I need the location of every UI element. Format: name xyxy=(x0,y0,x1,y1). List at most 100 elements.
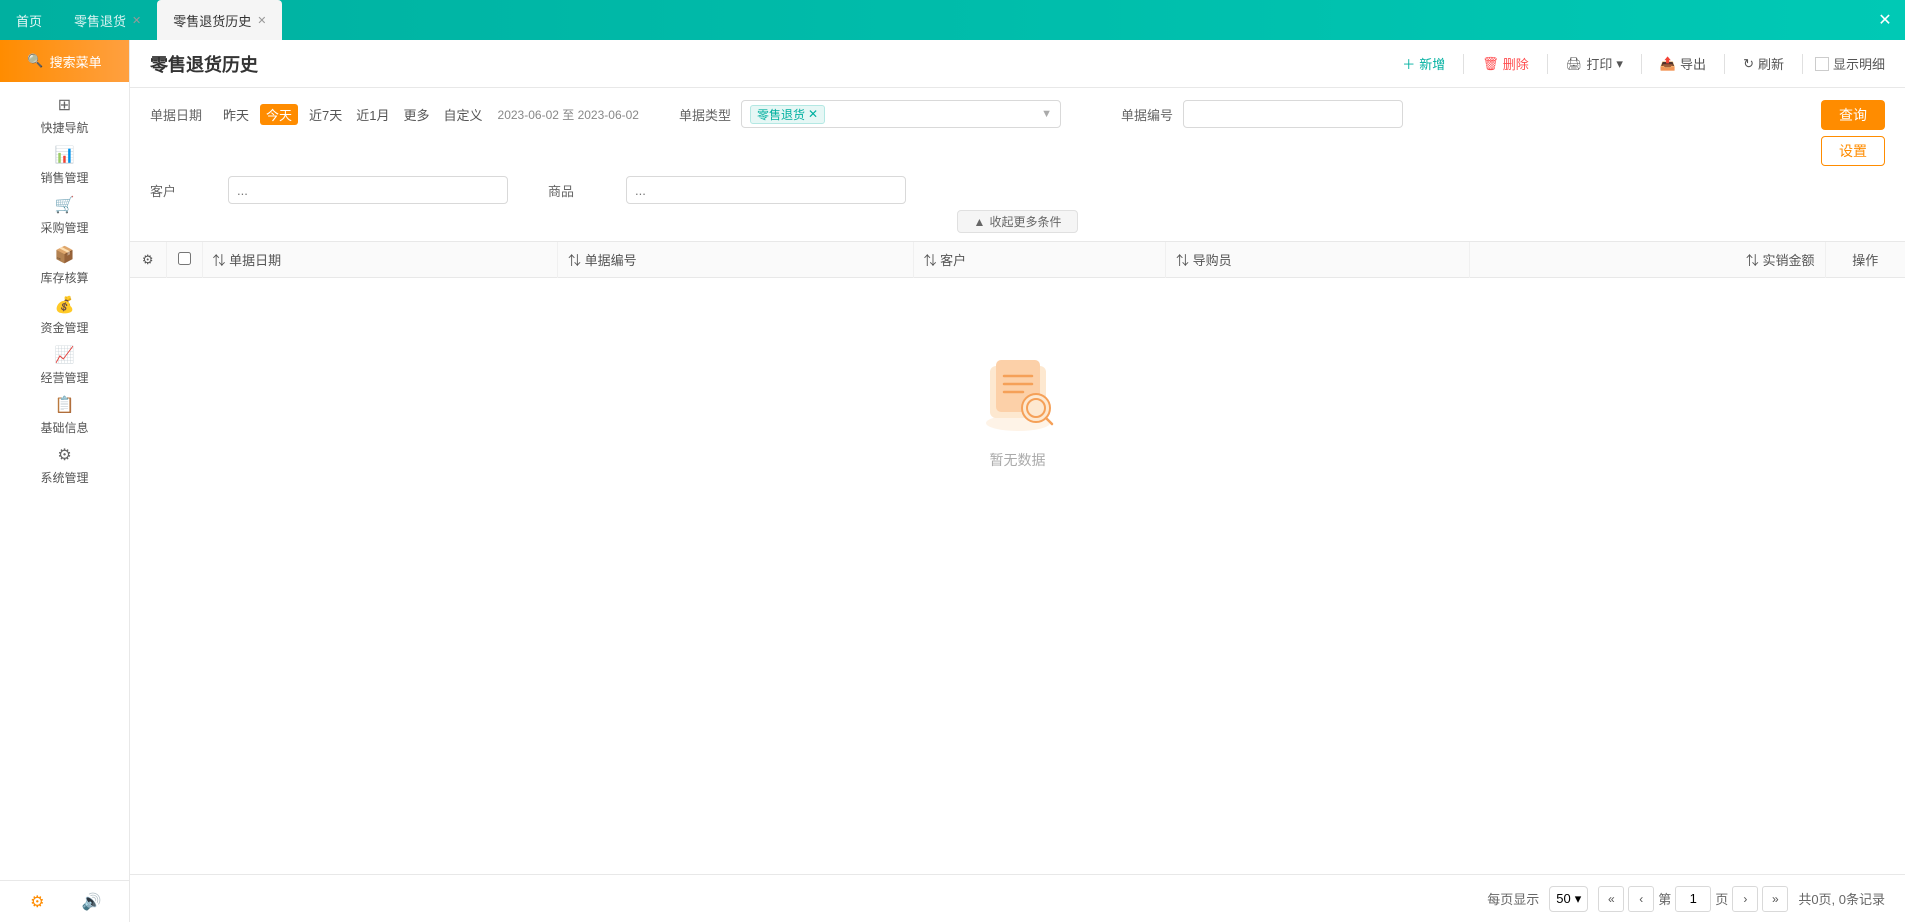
filter-area: 单据日期 昨天 今天 近7天 近1月 更多 自定义 2023-06-02 至 2… xyxy=(130,88,1905,242)
page-size-select[interactable]: 50 ▾ xyxy=(1549,886,1588,912)
date-opt-today[interactable]: 今天 xyxy=(260,104,298,125)
th-amount: ⇅ 实销金额 xyxy=(1469,242,1825,278)
collapse-button[interactable]: ▲ 收起更多条件 xyxy=(957,210,1079,233)
print-dropdown-icon: ▾ xyxy=(1616,56,1623,72)
number-filter-input[interactable] xyxy=(1183,100,1403,128)
sidebar-item-quick-nav[interactable]: ⊞ 快捷导航 xyxy=(0,90,129,140)
sidebar-item-operations[interactable]: 📈 经营管理 xyxy=(0,340,129,390)
table-area: ⚙ ⇅ 单据日期 ⇅ 单据编号 xyxy=(130,242,1905,922)
divider-4 xyxy=(1724,54,1725,74)
select-all-checkbox[interactable] xyxy=(178,252,191,265)
sidebar-item-basic-info[interactable]: 📋 基础信息 xyxy=(0,390,129,440)
delete-icon: 🗑 xyxy=(1482,56,1499,72)
empty-state: 暂无数据 xyxy=(130,278,1905,530)
th-date-label: ⇅ 单据日期 xyxy=(213,253,282,268)
export-button[interactable]: 📤 导出 xyxy=(1654,50,1712,77)
first-page-button[interactable]: « xyxy=(1598,886,1624,912)
table-container: ⚙ ⇅ 单据日期 ⇅ 单据编号 xyxy=(130,242,1905,874)
close-window-button[interactable]: ✕ xyxy=(1865,0,1905,40)
th-check[interactable] xyxy=(166,242,202,278)
tab-retail-return-history[interactable]: 零售退货历史 ✕ xyxy=(157,0,282,40)
new-icon: ＋ xyxy=(1402,54,1415,73)
page-header: 零售退货历史 ＋ 新增 🗑 删除 🖨 打印 ▾ xyxy=(130,40,1905,88)
sidebar-item-quick-nav-label: 快捷导航 xyxy=(40,119,88,136)
main-layout: 🔍 搜索菜单 ⊞ 快捷导航 📊 销售管理 🛒 采购管理 📦 库存核算 💰 xyxy=(0,40,1905,922)
tab-home-label: 首页 xyxy=(16,11,42,30)
sidebar-item-basic-info-label: 基础信息 xyxy=(40,419,88,436)
date-opt-1month[interactable]: 近1月 xyxy=(353,104,392,125)
date-filter-label: 单据日期 xyxy=(150,105,220,124)
print-label: 打印 xyxy=(1586,54,1612,73)
show-detail-wrap: 显示明细 xyxy=(1815,54,1885,73)
delete-button[interactable]: 🗑 删除 xyxy=(1476,50,1535,77)
sidebar-item-system-mgmt[interactable]: ⚙ 系统管理 xyxy=(0,440,129,490)
refresh-label: 刷新 xyxy=(1758,54,1784,73)
volume-button[interactable]: 🔊 xyxy=(78,888,106,916)
gear-button[interactable]: ⚙ xyxy=(23,888,51,916)
tab-retail-return-history-label: 零售退货历史 xyxy=(173,11,251,30)
prev-page-button[interactable]: ‹ xyxy=(1628,886,1654,912)
sidebar-item-inventory[interactable]: 📦 库存核算 xyxy=(0,240,129,290)
divider-5 xyxy=(1802,54,1803,74)
divider-1 xyxy=(1463,54,1464,74)
new-button[interactable]: ＋ 新增 xyxy=(1396,50,1451,77)
goods-filter-input[interactable] xyxy=(626,176,906,204)
print-button[interactable]: 🖨 打印 ▾ xyxy=(1560,50,1629,77)
sidebar-item-purchase-mgmt[interactable]: 🛒 采购管理 xyxy=(0,190,129,240)
search-icon: 🔍 xyxy=(27,53,43,69)
page-size-value: 50 xyxy=(1556,891,1570,906)
quick-nav-icon: ⊞ xyxy=(54,94,76,116)
sidebar-item-finance[interactable]: 💰 资金管理 xyxy=(0,290,129,340)
next-page-button[interactable]: › xyxy=(1732,886,1758,912)
empty-text: 暂无数据 xyxy=(990,450,1046,470)
page-number-input[interactable] xyxy=(1675,886,1711,912)
type-select-arrow: ▼ xyxy=(1041,108,1052,120)
sidebar-bottom: ⚙ 🔊 xyxy=(0,880,129,922)
tab-retail-return-history-close[interactable]: ✕ xyxy=(257,14,266,27)
th-number-label: ⇅ 单据编号 xyxy=(568,253,637,268)
date-opt-7days[interactable]: 近7天 xyxy=(306,104,345,125)
tab-retail-return-label: 零售退货 xyxy=(74,11,126,30)
refresh-button[interactable]: ↻ 刷新 xyxy=(1737,50,1790,77)
type-tag-remove[interactable]: ✕ xyxy=(808,107,818,121)
tab-retail-return-close[interactable]: ✕ xyxy=(132,14,141,27)
last-page-button[interactable]: » xyxy=(1762,886,1788,912)
settings-button[interactable]: 设置 xyxy=(1821,136,1885,166)
type-filter-wrap: 单据类型 零售退货 ✕ ▼ xyxy=(679,100,1061,128)
customer-filter-input[interactable] xyxy=(228,176,508,204)
tab-home[interactable]: 首页 xyxy=(0,0,58,40)
tab-bar: 首页 零售退货 ✕ 零售退货历史 ✕ xyxy=(0,0,1865,40)
refresh-icon: ↻ xyxy=(1743,56,1754,72)
operations-icon: 📈 xyxy=(54,344,76,366)
page-size-label: 每页显示 xyxy=(1487,889,1539,908)
number-filter-wrap: 单据编号 xyxy=(1121,100,1801,128)
header-actions: ＋ 新增 🗑 删除 🖨 打印 ▾ 📤 导出 xyxy=(1396,50,1885,77)
export-label: 导出 xyxy=(1680,54,1706,73)
date-opt-custom[interactable]: 自定义 xyxy=(441,104,486,125)
th-actions-label: 操作 xyxy=(1852,253,1878,268)
basic-info-icon: 📋 xyxy=(54,394,76,416)
th-settings[interactable]: ⚙ xyxy=(130,242,166,278)
th-date: ⇅ 单据日期 xyxy=(202,242,558,278)
th-customer-label: ⇅ 客户 xyxy=(924,253,967,268)
th-guide-label: ⇅ 导购员 xyxy=(1176,253,1232,268)
date-opt-yesterday[interactable]: 昨天 xyxy=(220,104,252,125)
type-select-box[interactable]: 零售退货 ✕ ▼ xyxy=(741,100,1061,128)
date-range-display: 2023-06-02 至 2023-06-02 xyxy=(498,106,639,123)
delete-label: 删除 xyxy=(1503,54,1529,73)
sidebar-item-sales-mgmt[interactable]: 📊 销售管理 xyxy=(0,140,129,190)
tab-retail-return[interactable]: 零售退货 ✕ xyxy=(58,0,157,40)
divider-3 xyxy=(1641,54,1642,74)
date-opt-more[interactable]: 更多 xyxy=(401,104,433,125)
sidebar-item-purchase-mgmt-label: 采购管理 xyxy=(40,219,88,236)
finance-icon: 💰 xyxy=(54,294,76,316)
date-options: 昨天 今天 近7天 近1月 更多 自定义 2023-06-02 至 2023-0… xyxy=(220,104,639,125)
new-label: 新增 xyxy=(1419,54,1445,73)
th-actions: 操作 xyxy=(1825,242,1905,278)
show-detail-checkbox[interactable] xyxy=(1815,57,1829,71)
sidebar-search[interactable]: 🔍 搜索菜单 xyxy=(0,40,129,82)
th-number: ⇅ 单据编号 xyxy=(558,242,914,278)
goods-filter: 商品 xyxy=(548,176,906,204)
query-button[interactable]: 查询 xyxy=(1821,100,1885,130)
goods-filter-label: 商品 xyxy=(548,181,618,200)
